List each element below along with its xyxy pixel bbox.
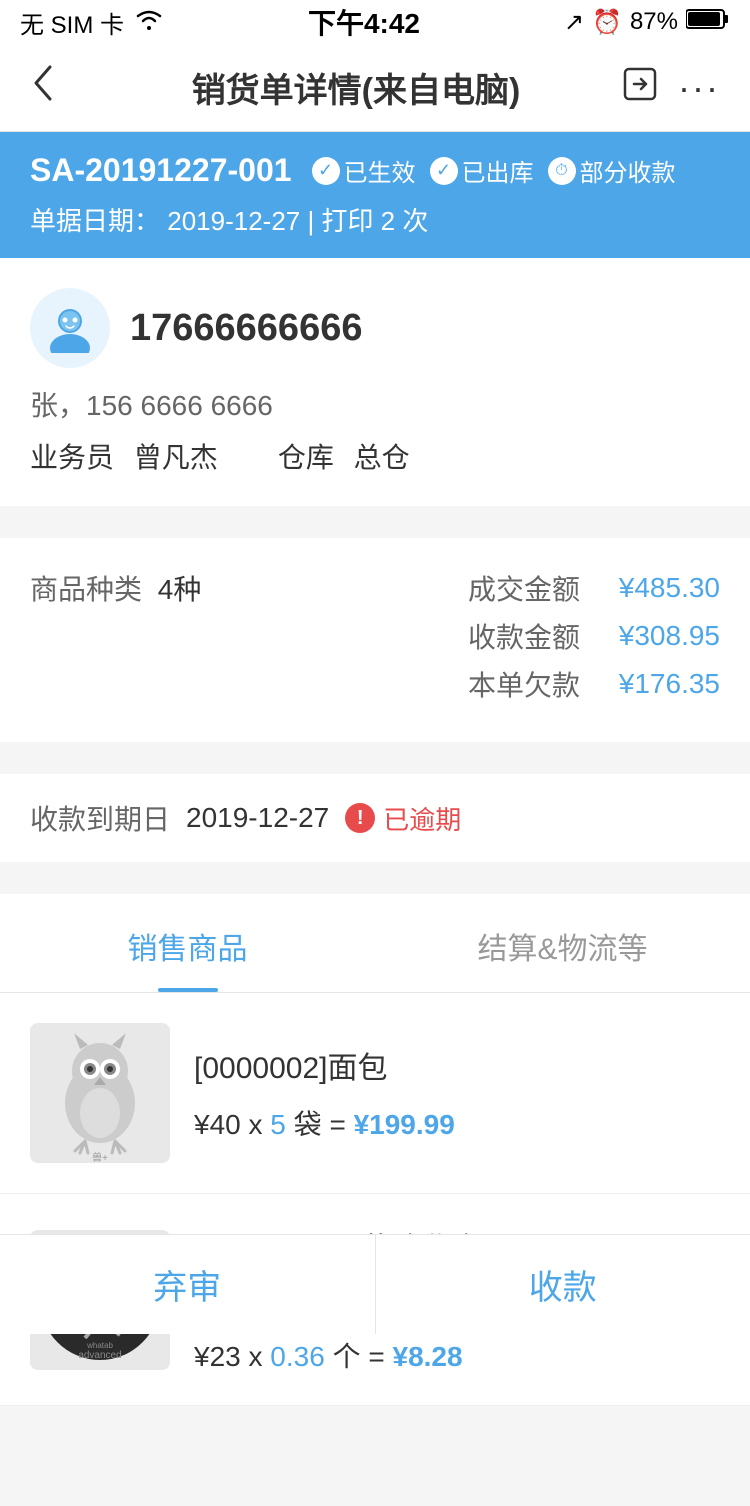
divider-1	[0, 522, 750, 538]
equals-1: =	[329, 1109, 353, 1140]
status-right: ↗ ⏰ 87%	[564, 8, 730, 37]
status-effective: ✓ 已生效	[312, 153, 416, 188]
received-row: 收款金额 ¥308.95	[468, 616, 720, 656]
unit-1: 袋	[294, 1109, 322, 1140]
status-shipped: ✓ 已出库	[430, 153, 534, 188]
owed-value: ¥176.35	[600, 668, 720, 700]
products-section: 兽+ [0000002]面包 ¥40 x 5 袋 = ¥199.99	[0, 993, 750, 1406]
share-icon[interactable]	[622, 66, 658, 110]
price-label-2: ¥23	[194, 1341, 241, 1372]
battery-label: 87%	[630, 8, 678, 36]
cancel-review-button[interactable]: 弃审	[0, 1235, 376, 1334]
overdue-text: 已逾期	[383, 800, 461, 837]
category-count: 4种	[158, 574, 202, 605]
more-icon[interactable]: ···	[678, 67, 720, 109]
battery-icon	[686, 8, 730, 37]
warehouse-label: 仓库	[278, 442, 334, 473]
date-label: 单据日期：	[30, 206, 160, 236]
owed-row: 本单欠款 ¥176.35	[468, 664, 720, 704]
quantity-2: 0.36	[270, 1341, 325, 1372]
check-icon-2: ✓	[430, 157, 458, 185]
print-info: | 打印 2 次	[307, 206, 428, 236]
order-id: SA-20191227-001	[30, 152, 292, 189]
financial-summary: 成交金额 ¥485.30 收款金额 ¥308.95 本单欠款 ¥176.35	[468, 568, 720, 712]
received-label: 收款金额	[468, 616, 580, 656]
multiply-1: x	[249, 1109, 271, 1140]
tab-products[interactable]: 销售商品	[0, 894, 375, 992]
divider-3	[0, 878, 750, 894]
product-price-1: ¥40 x 5 袋 = ¥199.99	[194, 1103, 720, 1143]
nav-bar: 销货单详情(来自电脑) ···	[0, 44, 750, 132]
avatar	[30, 288, 110, 368]
sales-label: 业务员	[30, 442, 114, 473]
status-left: 无 SIM 卡	[20, 5, 164, 40]
order-header: SA-20191227-001 ✓ 已生效 ✓ 已出库 ⏱ 部分收款 单据日期：…	[0, 132, 750, 258]
svg-text:whatab: whatab	[86, 1341, 113, 1350]
equals-2: =	[368, 1341, 392, 1372]
status-badges: ✓ 已生效 ✓ 已出库 ⏱ 部分收款	[312, 153, 676, 188]
total-2: ¥8.28	[393, 1341, 463, 1372]
due-label: 收款到期日	[30, 798, 170, 838]
owed-label: 本单欠款	[468, 664, 580, 704]
overdue-icon: !	[345, 803, 375, 833]
status-time: 下午4:42	[308, 2, 420, 42]
carrier-label: 无 SIM 卡	[20, 5, 124, 40]
wifi-icon	[134, 8, 164, 37]
product-price-2: ¥23 x 0.36 个 = ¥8.28	[194, 1335, 720, 1375]
due-date: 2019-12-27	[186, 802, 329, 834]
amount-row: 成交金额 ¥485.30	[468, 568, 720, 608]
tabs: 销售商品 结算&物流等	[0, 894, 750, 992]
category-info: 商品种类 4种	[30, 568, 201, 608]
category-label: 商品种类	[30, 574, 142, 605]
tab-settlement[interactable]: 结算&物流等	[375, 894, 750, 992]
svg-text:advanced: advanced	[78, 1350, 121, 1361]
svg-text:兽+: 兽+	[92, 1151, 108, 1163]
order-date-row: 单据日期： 2019-12-27 | 打印 2 次	[30, 201, 720, 238]
product-name-1: [0000002]面包	[194, 1043, 720, 1087]
collect-payment-button[interactable]: 收款	[376, 1235, 750, 1334]
sales-person: 曾凡杰	[134, 442, 218, 473]
tabs-section: 销售商品 结算&物流等	[0, 894, 750, 993]
alarm-icon: ⏰	[592, 8, 622, 37]
product-image-1: 兽+	[30, 1023, 170, 1163]
list-item: 兽+ [0000002]面包 ¥40 x 5 袋 = ¥199.99	[0, 993, 750, 1194]
overdue-badge: ! 已逾期	[345, 800, 461, 837]
customer-meta: 业务员 曾凡杰 仓库 总仓	[30, 436, 720, 476]
order-date: 2019-12-27	[167, 206, 300, 236]
summary-section: 商品种类 4种 成交金额 ¥485.30 收款金额 ¥308.95 本单欠款 ¥…	[0, 538, 750, 742]
warehouse-value: 总仓	[354, 442, 410, 473]
multiply-2: x	[249, 1341, 271, 1372]
total-1: ¥199.99	[354, 1109, 455, 1140]
status-bar: 无 SIM 卡 下午4:42 ↗ ⏰ 87%	[0, 0, 750, 44]
quantity-1: 5	[270, 1109, 286, 1140]
status-partial: ⏱ 部分收款	[548, 153, 676, 188]
sales-info: 业务员 曾凡杰	[30, 436, 218, 476]
price-label-1: ¥40	[194, 1109, 241, 1140]
due-date-section: 收款到期日 2019-12-27 ! 已逾期	[0, 774, 750, 862]
check-icon-1: ✓	[312, 157, 340, 185]
customer-section: 17666666666 张，156 6666 6666 业务员 曾凡杰 仓库 总…	[0, 258, 750, 506]
nav-actions: ···	[622, 66, 720, 110]
product-info-1: [0000002]面包 ¥40 x 5 袋 = ¥199.99	[194, 1043, 720, 1143]
clock-icon: ⏱	[548, 157, 576, 185]
customer-phone: 17666666666	[130, 307, 362, 350]
amount-label: 成交金额	[468, 568, 580, 608]
divider-2	[0, 758, 750, 774]
warehouse-info: 仓库 总仓	[278, 436, 410, 476]
amount-value: ¥485.30	[600, 572, 720, 604]
unit-2: 个	[333, 1341, 361, 1372]
received-value: ¥308.95	[600, 620, 720, 652]
bottom-toolbar: 弃审 收款	[0, 1234, 750, 1334]
page-title: 销货单详情(来自电脑)	[90, 63, 622, 112]
location-icon: ↗	[564, 8, 584, 37]
back-button[interactable]	[30, 63, 90, 112]
customer-name: 张，156 6666 6666	[30, 384, 720, 424]
